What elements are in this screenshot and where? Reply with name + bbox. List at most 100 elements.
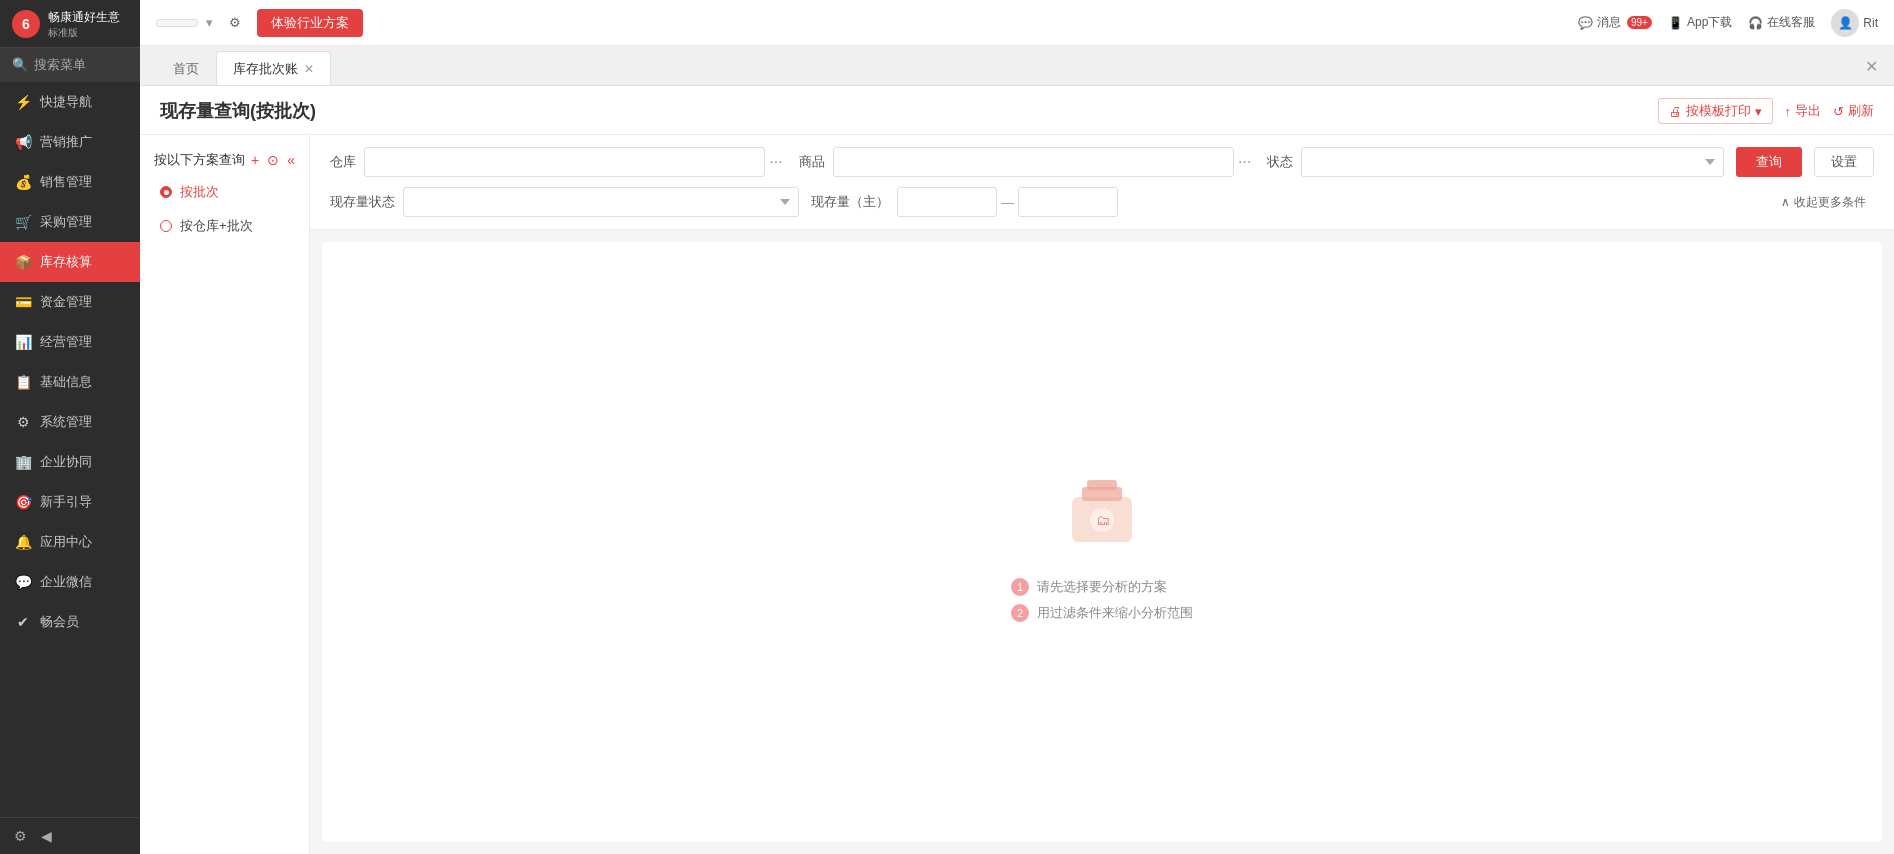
sidebar-item-purchase[interactable]: 🛒 采购管理 — [0, 202, 140, 242]
filter-settings-btn[interactable]: 设置 — [1814, 147, 1874, 177]
sidebar-item-enterprise[interactable]: 🏢 企业协同 — [0, 442, 140, 482]
messages-btn[interactable]: 💬 消息 99+ — [1578, 14, 1652, 31]
query-btn[interactable]: 查询 — [1736, 147, 1802, 177]
inventory-icon: 📦 — [14, 253, 32, 271]
sidebar-item-inventory[interactable]: 📦 库存核算 — [0, 242, 140, 282]
purchase-icon: 🛒 — [14, 213, 32, 231]
page-content: 现存量查询(按批次) 🖨 按模板打印 ▾ ↑ 导出 ↺ 刷新 — [140, 86, 1894, 854]
stock-status-field: 现存量状态 — [330, 187, 799, 217]
sidebar-item-label-purchase: 采购管理 — [40, 213, 92, 231]
filter-panel-header: 按以下方案查询 + ⊙ « — [140, 145, 309, 175]
user-profile-btn[interactable]: 👤 Rit — [1831, 9, 1878, 37]
stock-qty-field: 现存量（主） — — [811, 187, 1280, 217]
headset-icon: 🎧 — [1748, 16, 1763, 30]
print-icon: 🖨 — [1669, 104, 1682, 119]
refresh-icon: ↺ — [1833, 104, 1844, 119]
wechat-icon: 💬 — [14, 573, 32, 591]
online-service-btn[interactable]: 🎧 在线客服 — [1748, 14, 1815, 31]
filter-row-1: 仓库 ··· 商品 ··· 状态 — [330, 147, 1874, 177]
message-icon: 💬 — [1578, 16, 1593, 30]
sidebar-item-label-sales: 销售管理 — [40, 173, 92, 191]
sidebar-item-member[interactable]: ✔ 畅会员 — [0, 602, 140, 642]
export-btn[interactable]: ↑ 导出 — [1785, 102, 1822, 120]
product-field: 商品 ··· — [799, 147, 1256, 177]
sidebar-item-label-newbie: 新手引导 — [40, 493, 92, 511]
status-label: 状态 — [1267, 153, 1293, 171]
product-input[interactable] — [833, 147, 1234, 177]
body-area: 按以下方案查询 + ⊙ « 按批次 按仓库+批次 — [140, 135, 1894, 854]
sidebar-item-label-member: 畅会员 — [40, 613, 79, 631]
operations-icon: 📊 — [14, 333, 32, 351]
warehouse-more-btn[interactable]: ··· — [765, 153, 786, 171]
sidebar-item-apps[interactable]: 🔔 应用中心 — [0, 522, 140, 562]
svg-text:🗂: 🗂 — [1096, 512, 1110, 528]
filter-settings-btn[interactable]: ⊙ — [267, 152, 279, 168]
basics-icon: 📋 — [14, 373, 32, 391]
sidebar-header: 6 畅康通好生意 标准版 — [0, 0, 140, 48]
sidebar-search[interactable]: 🔍 搜索菜单 — [0, 48, 140, 82]
user-avatar: 👤 — [1831, 9, 1859, 37]
filter-add-btn[interactable]: + — [251, 152, 259, 168]
sidebar-item-wechat[interactable]: 💬 企业微信 — [0, 562, 140, 602]
sidebar-nav: ⚡ 快捷导航 📢 营销推广 💰 销售管理 🛒 采购管理 📦 库存核算 💳 资金管… — [0, 82, 140, 817]
message-badge: 99+ — [1627, 16, 1652, 29]
tip-number: 1 — [1011, 578, 1029, 596]
filter-item-by-batch[interactable]: 按批次 — [140, 175, 309, 209]
filter-collapse-btn[interactable]: « — [287, 152, 295, 168]
tip-text: 用过滤条件来缩小分析范围 — [1037, 604, 1193, 622]
stock-status-select[interactable] — [403, 187, 799, 217]
product-more-btn[interactable]: ··· — [1234, 153, 1255, 171]
app-logo: 6 — [12, 10, 40, 38]
app-download-btn[interactable]: 📱 App下载 — [1668, 14, 1732, 31]
tab-home[interactable]: 首页 — [156, 51, 216, 85]
stock-qty-min-input[interactable] — [897, 187, 997, 217]
sidebar: 6 畅康通好生意 标准版 🔍 搜索菜单 ⚡ 快捷导航 📢 营销推广 💰 销售管理… — [0, 0, 140, 854]
sidebar-item-quick-nav[interactable]: ⚡ 快捷导航 — [0, 82, 140, 122]
sales-icon: 💰 — [14, 173, 32, 191]
stock-qty-max-input[interactable] — [1018, 187, 1118, 217]
stock-qty-dash: — — [1001, 195, 1014, 210]
close-all-tabs-btn[interactable]: ✕ — [1865, 56, 1878, 75]
sidebar-item-marketing[interactable]: 📢 营销推广 — [0, 122, 140, 162]
page-header: 现存量查询(按批次) 🖨 按模板打印 ▾ ↑ 导出 ↺ 刷新 — [140, 86, 1894, 135]
filter-panel-icons: + ⊙ « — [251, 152, 295, 168]
sidebar-item-basics[interactable]: 📋 基础信息 — [0, 362, 140, 402]
refresh-btn[interactable]: ↺ 刷新 — [1833, 102, 1874, 120]
tab-close-btn[interactable]: ✕ — [304, 63, 314, 75]
search-icon: 🔍 — [12, 57, 28, 72]
collapse-sidebar-icon[interactable]: ◀ — [41, 828, 52, 844]
sidebar-item-label-quick-nav: 快捷导航 — [40, 93, 92, 111]
status-field: 状态 — [1267, 147, 1724, 177]
sidebar-item-newbie[interactable]: 🎯 新手引导 — [0, 482, 140, 522]
member-icon: ✔ — [14, 613, 32, 631]
topbar: ▾ ⚙ 体验行业方案 💬 消息 99+ 📱 App下载 🎧 在线客服 👤 — [140, 0, 1894, 46]
sidebar-item-label-marketing: 营销推广 — [40, 133, 92, 151]
topbar-breadcrumb — [156, 19, 198, 27]
sidebar-item-system[interactable]: ⚙ 系统管理 — [0, 402, 140, 442]
tab-inventory-batch[interactable]: 库存批次账 ✕ — [216, 51, 331, 85]
sidebar-item-sales[interactable]: 💰 销售管理 — [0, 162, 140, 202]
filter-item-by-warehouse-batch[interactable]: 按仓库+批次 — [140, 209, 309, 243]
sidebar-item-operations[interactable]: 📊 经营管理 — [0, 322, 140, 362]
sidebar-item-label-wechat: 企业微信 — [40, 573, 92, 591]
collapse-icon: ∧ — [1781, 195, 1790, 209]
print-dropdown-icon[interactable]: ▾ — [1755, 104, 1762, 119]
sidebar-item-label-basics: 基础信息 — [40, 373, 92, 391]
print-btn[interactable]: 🖨 按模板打印 ▾ — [1658, 98, 1773, 124]
topbar-dropdown-icon[interactable]: ▾ — [206, 15, 213, 30]
content-area: 仓库 ··· 商品 ··· 状态 — [310, 135, 1894, 854]
topbar-settings-btn[interactable]: ⚙ — [221, 9, 249, 37]
newbie-icon: 🎯 — [14, 493, 32, 511]
warehouse-input[interactable] — [364, 147, 765, 177]
status-select[interactable] — [1301, 147, 1724, 177]
gear-icon: ⚙ — [229, 15, 241, 30]
stock-qty-label: 现存量（主） — [811, 193, 889, 211]
page-header-actions: 🖨 按模板打印 ▾ ↑ 导出 ↺ 刷新 — [1658, 98, 1875, 124]
sidebar-item-finance[interactable]: 💳 资金管理 — [0, 282, 140, 322]
collapse-btn[interactable]: ∧ 收起更多条件 — [1773, 190, 1874, 215]
settings-icon[interactable]: ⚙ — [14, 828, 27, 844]
sidebar-item-label-apps: 应用中心 — [40, 533, 92, 551]
stock-status-label: 现存量状态 — [330, 193, 395, 211]
experience-btn[interactable]: 体验行业方案 — [257, 9, 363, 37]
filter-item-dot2 — [160, 220, 172, 232]
